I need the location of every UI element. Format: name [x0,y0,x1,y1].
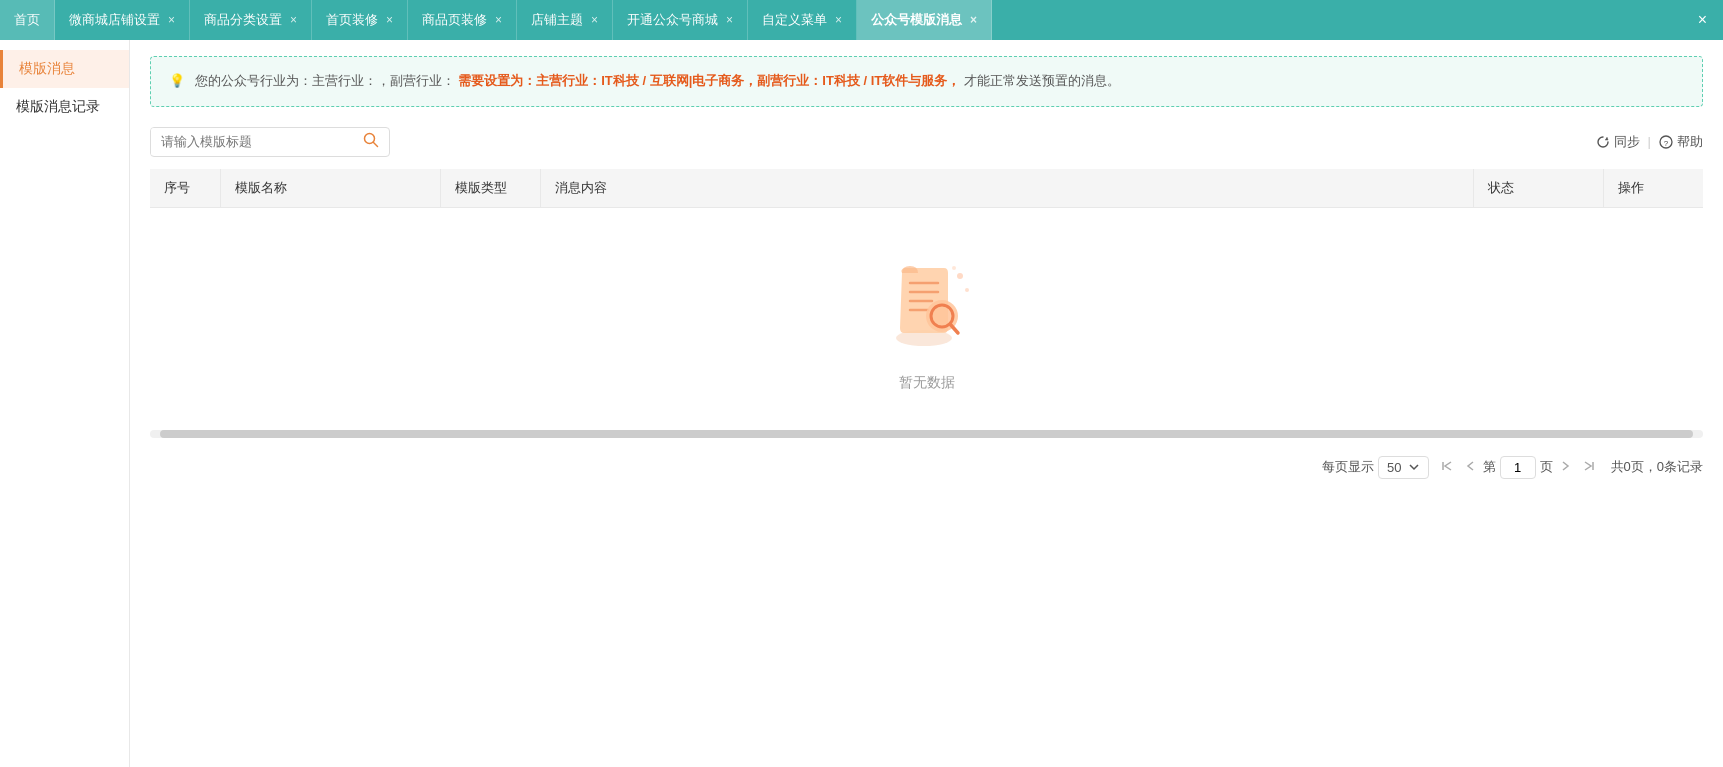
nav-tab-category-settings-close[interactable]: × [290,13,297,27]
nav-tab-store-theme[interactable]: 店铺主题 × [517,0,613,40]
sync-button[interactable]: 同步 [1596,133,1640,151]
nav-tab-homepage-decoration[interactable]: 首页装修 × [312,0,408,40]
nav-tab-store-settings[interactable]: 微商城店铺设置 × [55,0,190,40]
col-header-content: 消息内容 [540,169,1473,208]
svg-point-13 [965,288,969,292]
page-size-value: 50 [1387,460,1401,475]
nav-tab-home-label: 首页 [14,11,40,29]
nav-tab-product-decoration-close[interactable]: × [495,13,502,27]
sync-label: 同步 [1614,133,1640,151]
help-button[interactable]: ? 帮助 [1659,133,1703,151]
sync-icon [1596,135,1610,149]
pagination-row: 每页显示 50 [150,446,1703,489]
search-button[interactable] [353,128,389,156]
sidebar-item-template-msg-record-label: 模版消息记录 [16,98,100,114]
page-prefix-label: 第 [1483,458,1496,476]
page-number-input[interactable] [1500,456,1536,479]
top-nav: 首页 微商城店铺设置 × 商品分类设置 × 首页装修 × 商品页装修 × 店铺主… [0,0,1723,40]
sidebar: 模版消息 模版消息记录 [0,40,130,767]
scroll-thumb[interactable] [160,430,1693,438]
page-label: 页 [1540,458,1553,476]
svg-point-12 [957,273,963,279]
pagination-total: 共0页，0条记录 [1611,458,1703,476]
empty-state-icon [872,248,982,358]
page-size-label: 每页显示 [1322,458,1374,476]
notice-prefix-text: 您的公众号行业为：主营行业：，副营行业： [195,73,455,88]
nav-tab-store-theme-close[interactable]: × [591,13,598,27]
notice-highlight-text: 需要设置为：主营行业：IT科技 / 互联网|电子商务，副营行业：IT科技 / I… [458,73,960,88]
nav-tab-home[interactable]: 首页 [0,0,55,40]
nav-tab-product-decoration[interactable]: 商品页装修 × [408,0,517,40]
page-size-select: 每页显示 50 [1322,456,1428,479]
nav-tab-open-mall[interactable]: 开通公众号商城 × [613,0,748,40]
col-header-type: 模版类型 [440,169,540,208]
page-last-button[interactable] [1579,457,1599,477]
sidebar-item-template-msg-label: 模版消息 [19,60,75,76]
nav-tab-homepage-decoration-close[interactable]: × [386,13,393,27]
page-size-dropdown[interactable]: 50 [1378,456,1428,479]
data-table: 序号 模版名称 模版类型 消息内容 状态 操作 [150,169,1703,208]
nav-tab-custom-menu-close[interactable]: × [835,13,842,27]
col-header-status: 状态 [1473,169,1603,208]
page-prev-button[interactable] [1461,457,1479,477]
nav-tab-template-message-close[interactable]: × [970,13,977,27]
nav-tab-template-message[interactable]: 公众号模版消息 × [857,0,992,40]
col-header-action: 操作 [1603,169,1703,208]
page-next-button[interactable] [1557,457,1575,477]
svg-text:?: ? [1664,139,1669,148]
chevron-left-icon [1465,460,1475,472]
nav-tab-open-mall-label: 开通公众号商城 [627,11,718,29]
nav-tab-custom-menu-label: 自定义菜单 [762,11,827,29]
content-area: 💡 您的公众号行业为：主营行业：，副营行业： 需要设置为：主营行业：IT科技 /… [130,40,1723,767]
nav-tab-custom-menu[interactable]: 自定义菜单 × [748,0,857,40]
notice-suffix-text: 才能正常发送预置的消息。 [964,73,1120,88]
col-header-name: 模版名称 [220,169,440,208]
empty-state: 暂无数据 [150,208,1703,422]
col-header-index: 序号 [150,169,220,208]
search-input[interactable] [151,128,353,155]
toolbar-right: 同步 | ? 帮助 [1596,133,1703,151]
toolbar-divider: | [1648,134,1651,149]
nav-tab-store-theme-label: 店铺主题 [531,11,583,29]
empty-state-text: 暂无数据 [899,374,955,392]
page-first-icon [1441,460,1453,472]
page-first-button[interactable] [1437,457,1457,477]
nav-tab-store-settings-label: 微商城店铺设置 [69,11,160,29]
sidebar-item-template-msg-record[interactable]: 模版消息记录 [0,88,129,126]
help-icon: ? [1659,135,1673,149]
notice-box: 💡 您的公众号行业为：主营行业：，副营行业： 需要设置为：主营行业：IT科技 /… [150,56,1703,107]
sidebar-item-template-msg[interactable]: 模版消息 [0,50,129,88]
help-label: 帮助 [1677,133,1703,151]
nav-tab-category-settings[interactable]: 商品分类设置 × [190,0,312,40]
search-icon [363,132,379,148]
page-navigation: 第 页 共0页，0条记录 [1437,456,1703,479]
table-header: 序号 模版名称 模版类型 消息内容 状态 操作 [150,169,1703,208]
nav-tab-product-decoration-label: 商品页装修 [422,11,487,29]
close-all-button[interactable]: × [1682,11,1723,29]
search-input-wrap [150,127,390,157]
table-header-row: 序号 模版名称 模版类型 消息内容 状态 操作 [150,169,1703,208]
chevron-down-icon [1408,461,1420,473]
chevron-right-icon [1561,460,1571,472]
nav-tab-category-settings-label: 商品分类设置 [204,11,282,29]
nav-tab-open-mall-close[interactable]: × [726,13,733,27]
nav-tab-homepage-decoration-label: 首页装修 [326,11,378,29]
svg-point-14 [952,266,956,270]
nav-tab-store-settings-close[interactable]: × [168,13,175,27]
svg-line-1 [374,142,378,146]
scroll-bar-area[interactable] [150,430,1703,438]
search-row: 同步 | ? 帮助 [150,127,1703,157]
nav-tab-template-message-label: 公众号模版消息 [871,11,962,29]
notice-icon: 💡 [169,73,185,88]
main-layout: 模版消息 模版消息记录 💡 您的公众号行业为：主营行业：，副营行业： 需要设置为… [0,40,1723,767]
page-last-icon [1583,460,1595,472]
